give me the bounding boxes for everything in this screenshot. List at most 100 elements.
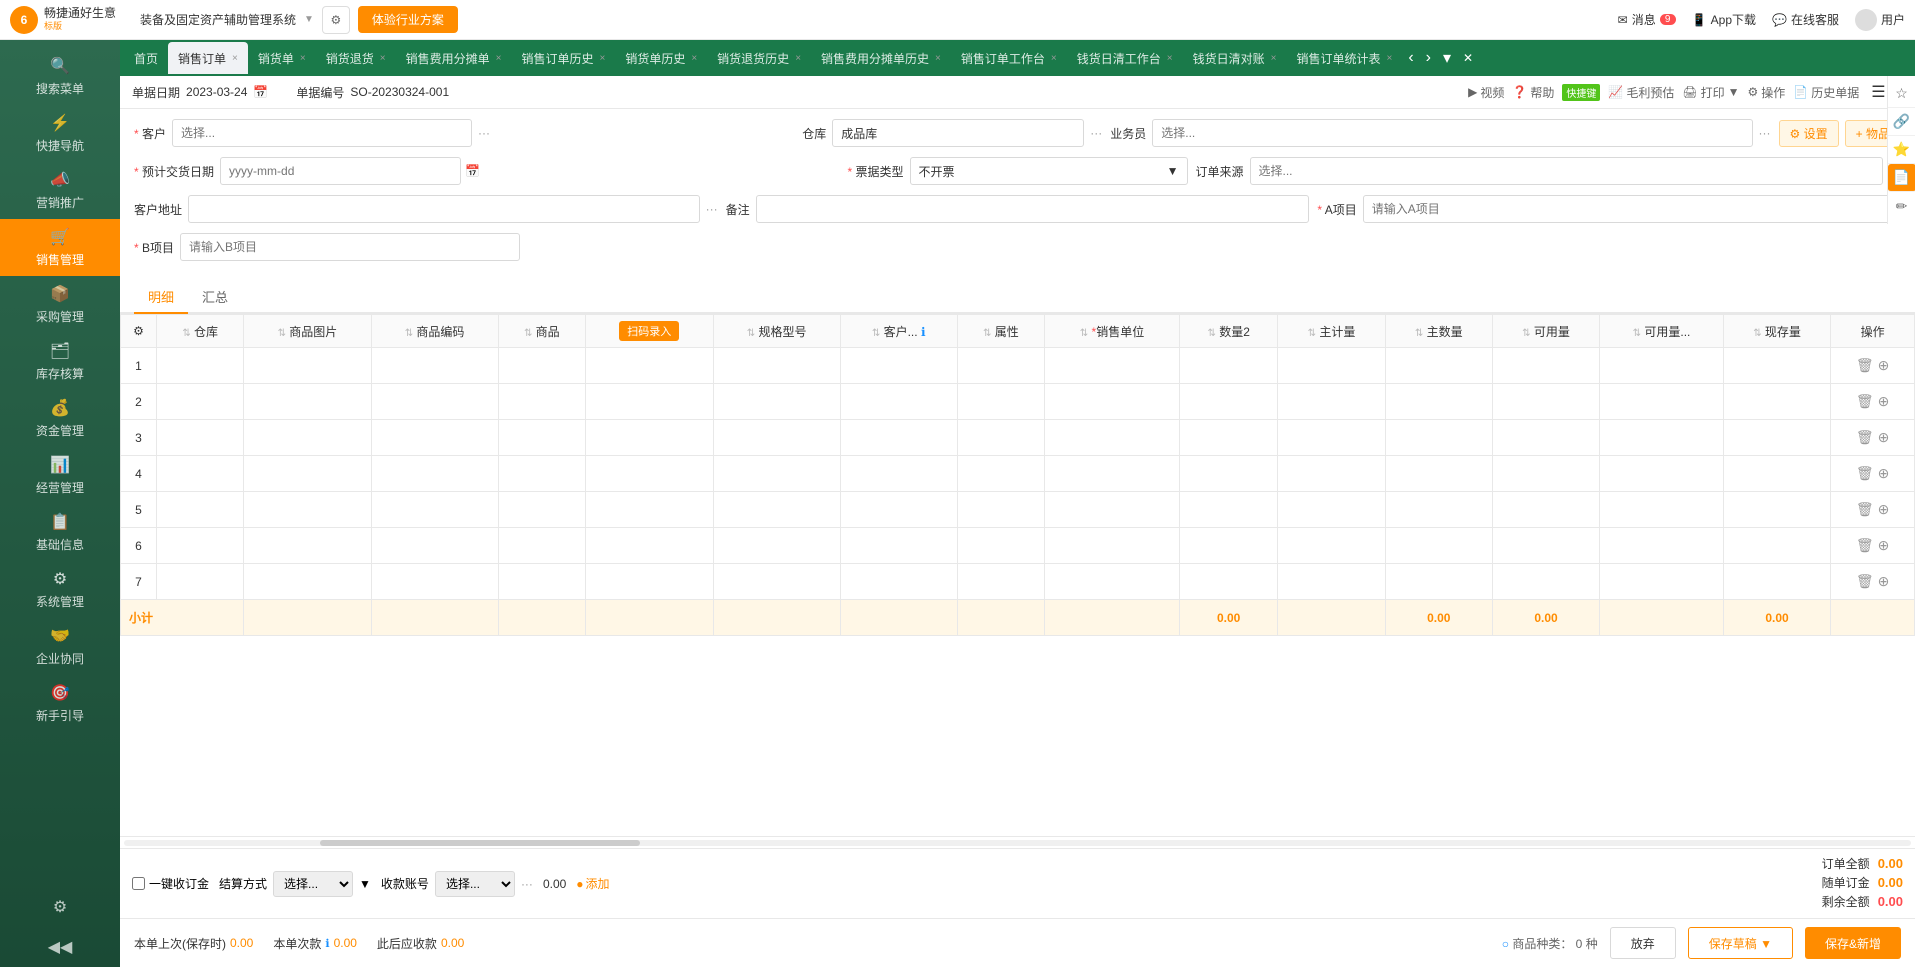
salesperson-dots-btn[interactable]: ··· — [1759, 126, 1771, 140]
tab-close-all[interactable]: ✕ — [1457, 51, 1479, 65]
copy-icon[interactable]: ⊕ — [1878, 429, 1890, 446]
tab-close-icon[interactable]: × — [1167, 53, 1173, 64]
cell-product-code[interactable] — [371, 384, 498, 420]
delete-icon[interactable]: 🗑 — [1856, 393, 1874, 410]
online-service-btn[interactable]: 💬 在线客服 — [1772, 11, 1839, 28]
cell-product[interactable] — [498, 348, 585, 384]
tab-close-icon[interactable]: × — [300, 53, 306, 64]
tab-close-icon[interactable]: × — [935, 53, 941, 64]
tab-sales-bill[interactable]: 销货单 × — [248, 42, 316, 74]
tab-sales-cost[interactable]: 销售费用分摊单 × — [396, 42, 512, 74]
rfp-orange-btn[interactable]: 📄 — [1888, 164, 1915, 192]
tab-nav-menu[interactable]: ▾ — [1437, 48, 1457, 68]
cell-product-code[interactable] — [371, 348, 498, 384]
app-download-btn[interactable]: 📱 App下载 — [1692, 11, 1756, 28]
settings-btn[interactable]: ⚙ 设置 — [1779, 120, 1839, 147]
invoice-type-select[interactable]: 不开票 ▼ — [910, 157, 1188, 185]
customer-input[interactable] — [172, 119, 472, 147]
sidebar-item-sales[interactable]: 🛒 销售管理 — [0, 219, 120, 276]
tab-order-history[interactable]: 销售订单历史 × — [511, 42, 615, 74]
cell-sales-unit[interactable] — [1045, 384, 1180, 420]
tab-return-history[interactable]: 销货退货历史 × — [707, 42, 811, 74]
tab-daily-reconcile[interactable]: 钱货日清对账 × — [1183, 42, 1287, 74]
payment-account-dots[interactable]: ··· — [521, 877, 533, 891]
delete-icon[interactable]: 🗑 — [1856, 573, 1874, 590]
user-avatar-btn[interactable]: 用户 — [1855, 9, 1905, 31]
sidebar-item-ops[interactable]: 📊 经营管理 — [0, 447, 120, 504]
tab-close-icon[interactable]: × — [1051, 53, 1057, 64]
copy-icon[interactable]: ⊕ — [1878, 393, 1890, 410]
sidebar-item-purchase[interactable]: 📦 采购管理 — [0, 276, 120, 333]
cell-attribute[interactable] — [957, 348, 1044, 384]
delivery-calendar-icon[interactable]: 📅 — [465, 164, 480, 178]
warehouse-select[interactable]: 成品库 — [832, 119, 1084, 147]
tab-daily-workbench[interactable]: 钱货日清工作台 × — [1067, 42, 1183, 74]
sidebar-item-search[interactable]: 🔍 搜索菜单 — [0, 48, 120, 105]
history-btn[interactable]: 📄 历史单据 — [1793, 84, 1859, 101]
cell-customer-order[interactable] — [840, 348, 957, 384]
discard-btn[interactable]: 放弃 — [1610, 927, 1676, 959]
tab-close-icon[interactable]: × — [1271, 53, 1277, 64]
tab-nav-prev[interactable]: ‹ — [1402, 49, 1419, 67]
remarks-input[interactable] — [756, 195, 1310, 223]
th-settings[interactable]: ⚙ — [121, 315, 157, 348]
sidebar-settings-btn[interactable]: ⚙ — [0, 887, 120, 927]
cell-qty2[interactable] — [1179, 348, 1277, 384]
cell-warehouse[interactable] — [157, 420, 244, 456]
payment-account-select[interactable]: 选择... — [435, 871, 515, 897]
customer-dots-btn[interactable]: ··· — [478, 126, 490, 140]
delivery-date-input[interactable] — [220, 157, 461, 185]
tab-close-icon[interactable]: × — [599, 53, 605, 64]
tab-close-icon[interactable]: × — [1386, 53, 1392, 64]
one-click-checkbox[interactable] — [132, 877, 145, 890]
cell-main-qty[interactable] — [1385, 348, 1492, 384]
address-dots-btn[interactable]: ··· — [706, 202, 718, 216]
tab-home[interactable]: 首页 — [124, 42, 168, 74]
tab-bill-history[interactable]: 销货单历史 × — [615, 42, 707, 74]
copy-icon[interactable]: ⊕ — [1878, 357, 1890, 374]
view-list-icon[interactable]: ☰ — [1871, 82, 1885, 102]
view-video-btn[interactable]: ▶ 视频 — [1468, 84, 1504, 101]
app-settings-btn[interactable]: ⚙ — [322, 6, 350, 34]
sidebar-item-collab[interactable]: 🤝 企业协同 — [0, 618, 120, 675]
cell-warehouse[interactable] — [157, 384, 244, 420]
scrollbar-thumb[interactable] — [320, 840, 640, 846]
scrollbar-track[interactable] — [124, 840, 1911, 846]
tab-sales-return[interactable]: 销货退货 × — [316, 42, 396, 74]
tab-close-icon[interactable]: × — [691, 53, 697, 64]
sidebar-collapse-btn[interactable]: ◀◀ — [0, 927, 120, 967]
order-source-input[interactable] — [1250, 157, 1884, 185]
table-tab-summary[interactable]: 汇总 — [188, 281, 242, 314]
tab-cost-history[interactable]: 销售费用分摊单历史 × — [811, 42, 951, 74]
copy-icon[interactable]: ⊕ — [1878, 465, 1890, 482]
scan-btn[interactable]: 扫码录入 — [619, 321, 679, 341]
cell-product[interactable] — [498, 384, 585, 420]
sidebar-item-inventory[interactable]: 🗂 库存核算 — [0, 333, 120, 390]
tab-order-workbench[interactable]: 销售订单工作台 × — [951, 42, 1067, 74]
copy-icon[interactable]: ⊕ — [1878, 537, 1890, 554]
cell-qty2[interactable] — [1179, 384, 1277, 420]
solution-btn[interactable]: 体验行业方案 — [358, 6, 458, 33]
tab-close-icon[interactable]: × — [795, 53, 801, 64]
tab-close-icon[interactable]: × — [232, 53, 238, 64]
sidebar-item-finance[interactable]: 💰 资金管理 — [0, 390, 120, 447]
operation-btn[interactable]: ⚙ 操作 — [1748, 84, 1786, 101]
sidebar-item-marketing[interactable]: 📣 营销推广 — [0, 162, 120, 219]
save-draft-btn[interactable]: 保存草稿 ▼ — [1688, 927, 1793, 959]
sidebar-item-basic[interactable]: 📋 基础信息 — [0, 504, 120, 561]
payment-method-select[interactable]: 选择... — [273, 871, 353, 897]
tab-close-icon[interactable]: × — [380, 53, 386, 64]
salesperson-input[interactable] — [1152, 119, 1752, 147]
warehouse-dots-btn[interactable]: ··· — [1090, 126, 1102, 140]
copy-icon[interactable]: ⊕ — [1878, 573, 1890, 590]
rfp-star-btn[interactable]: ☆ — [1888, 80, 1915, 108]
rfp-bookmark-btn[interactable]: ⭐ — [1888, 136, 1915, 164]
save-new-btn[interactable]: 保存&新增 — [1805, 927, 1901, 959]
table-scrollbar[interactable] — [120, 836, 1915, 848]
delete-icon[interactable]: 🗑 — [1856, 465, 1874, 482]
tab-order-stats[interactable]: 销售订单统计表 × — [1286, 42, 1402, 74]
message-btn[interactable]: ✉ 消息 9 — [1618, 11, 1676, 28]
sidebar-item-newbie[interactable]: 🎯 新手引导 — [0, 675, 120, 732]
print-btn[interactable]: 🖨 打印 ▼ — [1682, 84, 1739, 101]
shortcut-btn[interactable]: 快捷键 — [1562, 84, 1600, 101]
